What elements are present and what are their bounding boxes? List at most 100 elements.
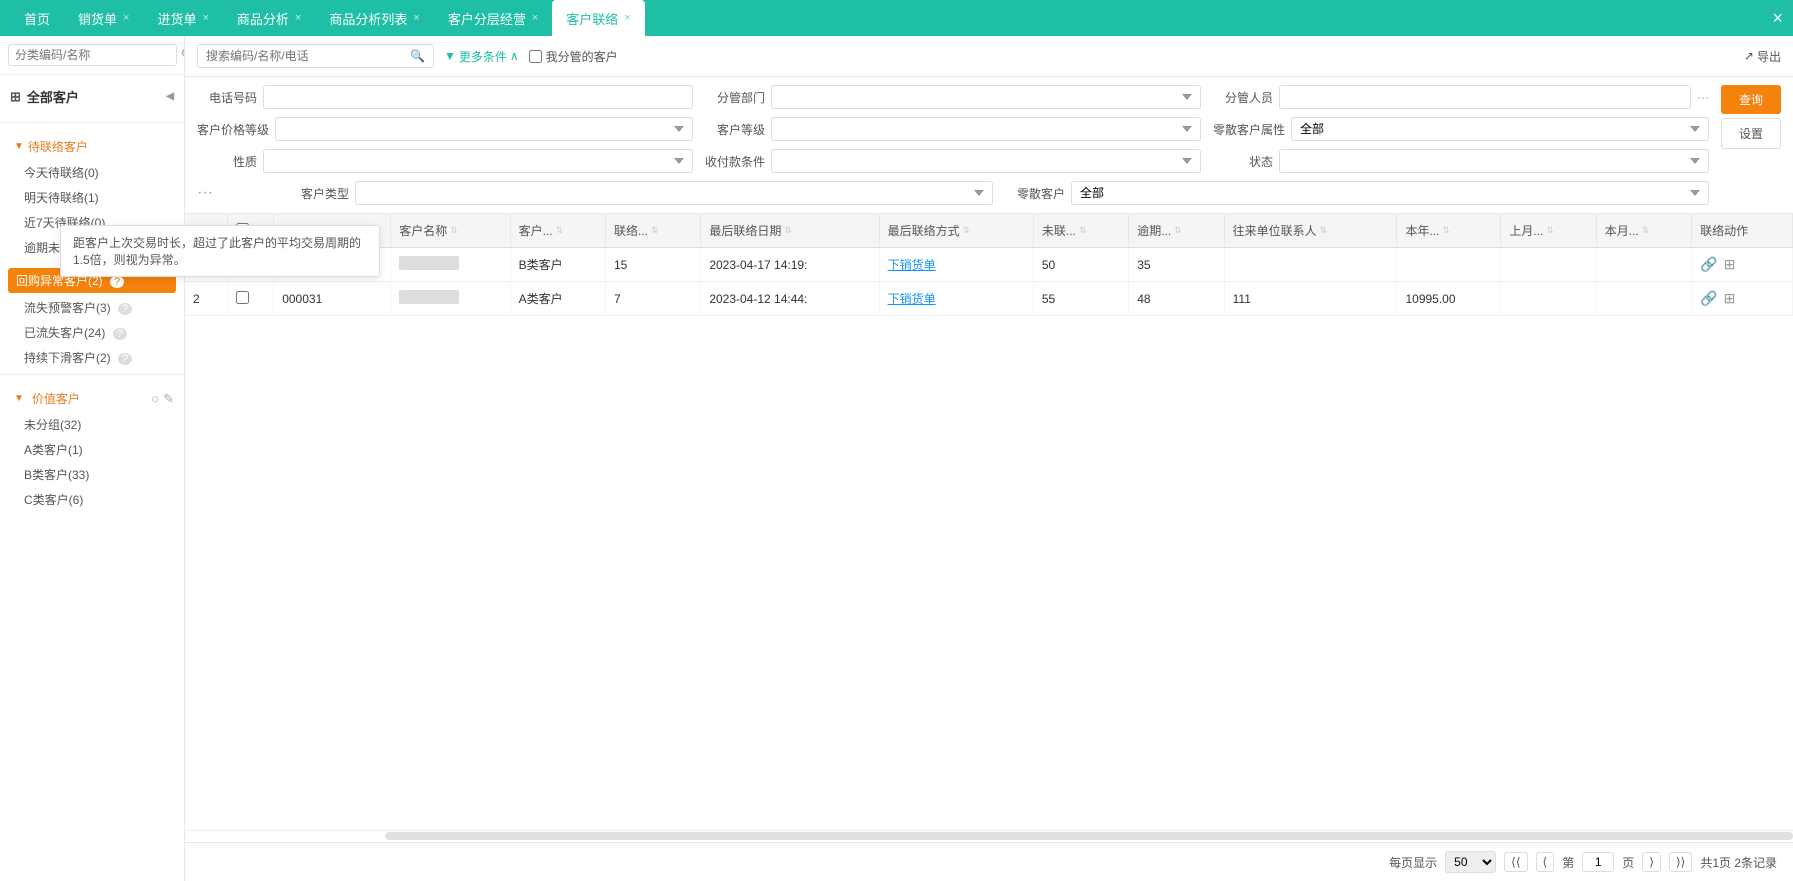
- sidebar-item-loss-warning[interactable]: 流失预警客户(3) ?: [0, 295, 184, 320]
- filter-cell-manager: 分管人员 ···: [1213, 85, 1709, 109]
- export-btn[interactable]: ↗ 导出: [1744, 48, 1781, 65]
- sort-last-method-icon[interactable]: ⇅: [963, 225, 971, 236]
- sidebar-item-class-c[interactable]: C类客户(6): [0, 487, 184, 512]
- retail-attr-select[interactable]: 全部: [1291, 117, 1709, 141]
- sidebar-item-no-group[interactable]: 未分组(32): [0, 412, 184, 437]
- sidebar-item-declining-customers[interactable]: 持续下滑客户(2) ?: [0, 345, 184, 370]
- pagination: 每页显示 50 100 ⟨⟨ ⟨ 第 页 ⟩ ⟩⟩ 共1页 2条记录: [185, 842, 1793, 881]
- sidebar-search-input[interactable]: [8, 44, 177, 66]
- price-grade-label: 客户价格等级: [197, 121, 269, 138]
- sidebar-item-today-contact[interactable]: 今天待联络(0): [0, 160, 184, 185]
- dept-select[interactable]: [771, 85, 1201, 109]
- filter-cell-customer-grade: 客户等级: [705, 117, 1201, 141]
- sort-type-icon[interactable]: ⇅: [556, 225, 564, 236]
- row-checkbox-1[interactable]: [236, 291, 249, 304]
- close-product-analysis-icon[interactable]: ×: [295, 12, 301, 24]
- value-circle-icon[interactable]: ○: [151, 391, 159, 407]
- per-page-select[interactable]: 50 100: [1445, 851, 1496, 873]
- sort-contact-icon[interactable]: ⇅: [651, 225, 659, 236]
- page-prev-btn[interactable]: ⟨: [1536, 852, 1555, 872]
- sidebar-item-class-a[interactable]: A类客户(1): [0, 437, 184, 462]
- close-product-analysis-list-icon[interactable]: ×: [413, 12, 419, 24]
- customer-type-select[interactable]: [355, 181, 993, 205]
- all-customers-header[interactable]: ⊞ 全部客户 ◀: [0, 81, 184, 112]
- sort-this-month-icon[interactable]: ⇅: [1642, 225, 1650, 236]
- customer-grade-select[interactable]: [771, 117, 1201, 141]
- my-customers-checkbox[interactable]: 我分管的客户: [529, 48, 618, 65]
- action-grid-icon-0[interactable]: ⊞: [1724, 256, 1736, 273]
- cell-last-date-0: 2023-04-17 14:19:: [701, 248, 879, 282]
- filter-action-buttons: 查询 设置: [1721, 85, 1781, 149]
- close-sales-order-icon[interactable]: ×: [123, 12, 129, 24]
- last-method-link-0[interactable]: 下销货单: [888, 258, 936, 272]
- retail-customer-select[interactable]: 全部: [1071, 181, 1709, 205]
- nav-product-analysis[interactable]: 商品分析 ×: [223, 0, 315, 36]
- nav-sales-order[interactable]: 销货单 ×: [64, 0, 143, 36]
- value-edit-icon[interactable]: ✎: [163, 391, 174, 407]
- cell-last-month-0: [1501, 248, 1596, 282]
- sidebar-item-lost-customers[interactable]: 已流失客户(24) ?: [0, 320, 184, 345]
- nav-home[interactable]: 首页: [10, 0, 64, 36]
- nav-customer-segment[interactable]: 客户分层经营 ×: [434, 0, 552, 36]
- page-number-input[interactable]: [1582, 852, 1614, 872]
- cell-name-1: [391, 282, 510, 316]
- content-area: 🔍 ▼ 更多条件 ∧ 我分管的客户 ↗ 导出: [185, 36, 1793, 881]
- page-last-btn[interactable]: ⟩⟩: [1669, 852, 1692, 872]
- sort-this-year-icon[interactable]: ⇅: [1442, 225, 1450, 236]
- collapse-icon[interactable]: ◀: [166, 91, 174, 102]
- nature-select[interactable]: [263, 149, 693, 173]
- sidebar-divider: [0, 122, 184, 123]
- status-select[interactable]: [1279, 149, 1709, 173]
- filter-cell-payment: 收付款条件: [705, 149, 1201, 173]
- value-customer-group-title[interactable]: ▼ 价值客户 ○ ✎: [0, 385, 184, 412]
- nature-select-wrap: [263, 149, 693, 173]
- pending-contact-group-title[interactable]: ▼ 待联络客户: [0, 133, 184, 160]
- nav-purchase-order[interactable]: 进货单 ×: [143, 0, 222, 36]
- search-box: 🔍: [197, 44, 434, 68]
- close-customer-segment-icon[interactable]: ×: [532, 12, 538, 24]
- settings-button[interactable]: 设置: [1721, 118, 1781, 149]
- sort-uncontact-icon[interactable]: ⇅: [1079, 225, 1087, 236]
- page-next-btn[interactable]: ⟩: [1642, 852, 1661, 872]
- filter-cell-dots: ···: [197, 184, 277, 202]
- tooltip-box: 距客户上次交易时长，超过了此客户的平均交易周期的1.5倍，则视为异常。: [185, 225, 380, 277]
- more-conditions-btn[interactable]: ▼ 更多条件 ∧: [444, 48, 519, 65]
- sort-overdue-icon[interactable]: ⇅: [1174, 225, 1182, 236]
- query-button[interactable]: 查询: [1721, 85, 1781, 114]
- th-this-month: 本月...⇅: [1596, 214, 1691, 248]
- cell-last-method-0: 下销货单: [879, 248, 1033, 282]
- manager-dots-icon[interactable]: ···: [1697, 90, 1709, 104]
- more-filter-dots-icon[interactable]: ···: [197, 184, 213, 202]
- th-overdue: 逾期...⇅: [1129, 214, 1224, 248]
- payment-select[interactable]: [771, 149, 1201, 173]
- filter-cell-customer-type: 客户类型: [289, 181, 993, 205]
- last-method-link-1[interactable]: 下销货单: [888, 292, 936, 306]
- close-purchase-order-icon[interactable]: ×: [202, 12, 208, 24]
- retail-attr-select-wrap: 全部: [1291, 117, 1709, 141]
- my-customers-check-input[interactable]: [529, 50, 542, 63]
- price-grade-select-wrap: [275, 117, 693, 141]
- cell-contact-1: 7: [605, 282, 700, 316]
- window-close-icon[interactable]: ×: [1772, 9, 1783, 27]
- action-link-icon-1[interactable]: 🔗: [1700, 290, 1717, 307]
- action-link-icon-0[interactable]: 🔗: [1700, 256, 1717, 273]
- sort-last-date-icon[interactable]: ⇅: [784, 225, 792, 236]
- sort-contact2-icon[interactable]: ⇅: [1320, 225, 1328, 236]
- sidebar-item-class-b[interactable]: B类客户(33): [0, 462, 184, 487]
- manager-input[interactable]: [1279, 85, 1691, 109]
- search-icon[interactable]: 🔍: [410, 49, 425, 63]
- sort-last-month-icon[interactable]: ⇅: [1546, 225, 1554, 236]
- phone-input[interactable]: [263, 85, 693, 109]
- horizontal-scrollbar[interactable]: [385, 832, 1793, 840]
- search-input[interactable]: [206, 49, 406, 63]
- nav-customer-contact[interactable]: 客户联络 ×: [552, 0, 644, 36]
- sidebar-item-tomorrow-contact[interactable]: 明天待联络(1): [0, 185, 184, 210]
- nav-product-analysis-list[interactable]: 商品分析列表 ×: [315, 0, 433, 36]
- sort-name-icon[interactable]: ⇅: [450, 225, 458, 236]
- close-customer-contact-icon[interactable]: ×: [624, 12, 630, 24]
- filter-row-4: ··· 客户类型 零散客户 全部: [197, 181, 1709, 205]
- price-grade-select[interactable]: [275, 117, 693, 141]
- dept-select-wrap: [771, 85, 1201, 109]
- page-first-btn[interactable]: ⟨⟨: [1504, 852, 1527, 872]
- action-grid-icon-1[interactable]: ⊞: [1724, 290, 1736, 307]
